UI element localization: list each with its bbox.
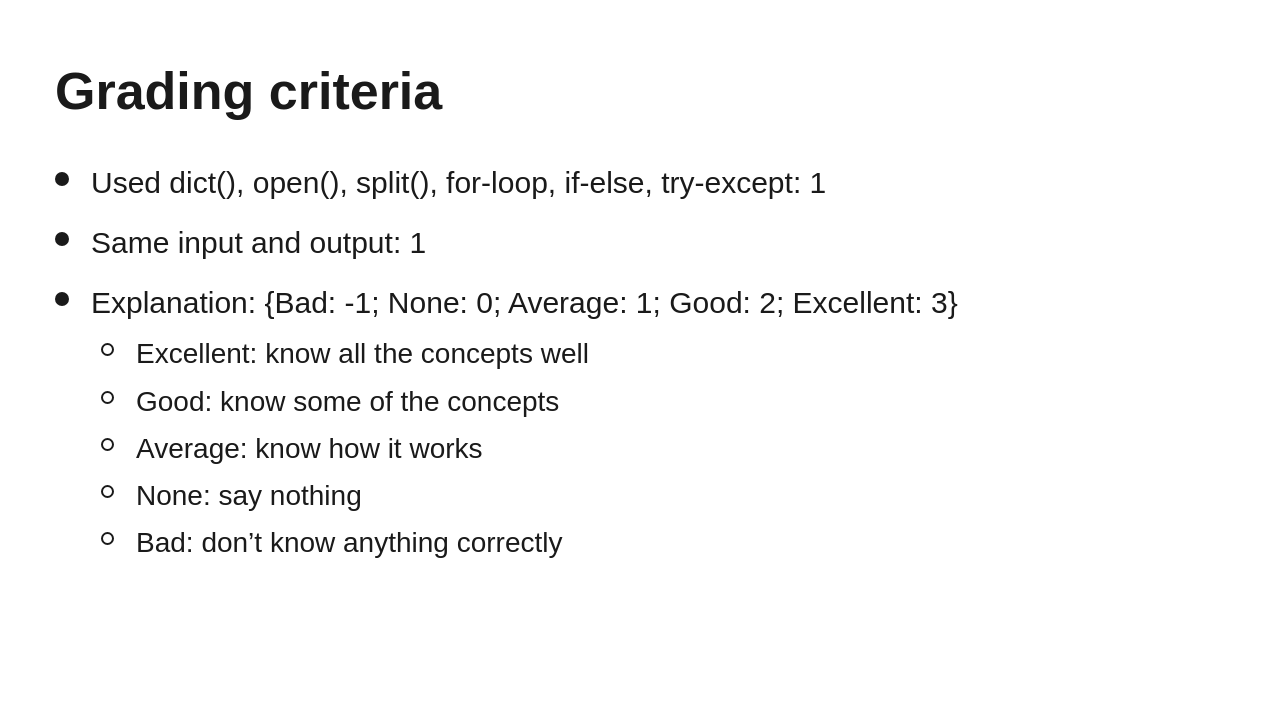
bullet-dot-2 [55,232,69,246]
bullet-text-3: Explanation: {Bad: -1; None: 0; Average:… [91,282,1225,570]
sub-list-item-1: Excellent: know all the concepts well [101,334,1225,373]
sub-list-item-3: Average: know how it works [101,429,1225,468]
list-item-1: Used dict(), open(), split(), for-loop, … [55,162,1225,204]
sub-bullet-text-4: None: say nothing [136,476,1225,515]
sub-list-item-5: Bad: don’t know anything correctly [101,523,1225,562]
bullet-text-3-label: Explanation: {Bad: -1; None: 0; Average:… [91,286,958,319]
sub-bullet-text-2: Good: know some of the concepts [136,382,1225,421]
sub-bullet-text-3: Average: know how it works [136,429,1225,468]
list-item-3: Explanation: {Bad: -1; None: 0; Average:… [55,282,1225,570]
bullet-list: Used dict(), open(), split(), for-loop, … [55,162,1225,588]
sub-bullet-dot-3 [101,438,114,451]
sub-list-item-2: Good: know some of the concepts [101,382,1225,421]
bullet-text-2: Same input and output: 1 [91,222,1225,264]
sub-bullet-dot-5 [101,532,114,545]
sub-bullet-dot-2 [101,391,114,404]
sub-bullet-text-1: Excellent: know all the concepts well [136,334,1225,373]
sub-bullet-list: Excellent: know all the concepts well Go… [101,334,1225,562]
sub-list-item-4: None: say nothing [101,476,1225,515]
sub-bullet-dot-4 [101,485,114,498]
slide-container: Grading criteria Used dict(), open(), sp… [0,0,1280,723]
sub-bullet-text-5: Bad: don’t know anything correctly [136,523,1225,562]
sub-bullet-dot-1 [101,343,114,356]
list-item-2: Same input and output: 1 [55,222,1225,264]
bullet-dot-3 [55,292,69,306]
slide-title: Grading criteria [55,60,1225,122]
bullet-dot-1 [55,172,69,186]
bullet-text-1: Used dict(), open(), split(), for-loop, … [91,162,1225,204]
